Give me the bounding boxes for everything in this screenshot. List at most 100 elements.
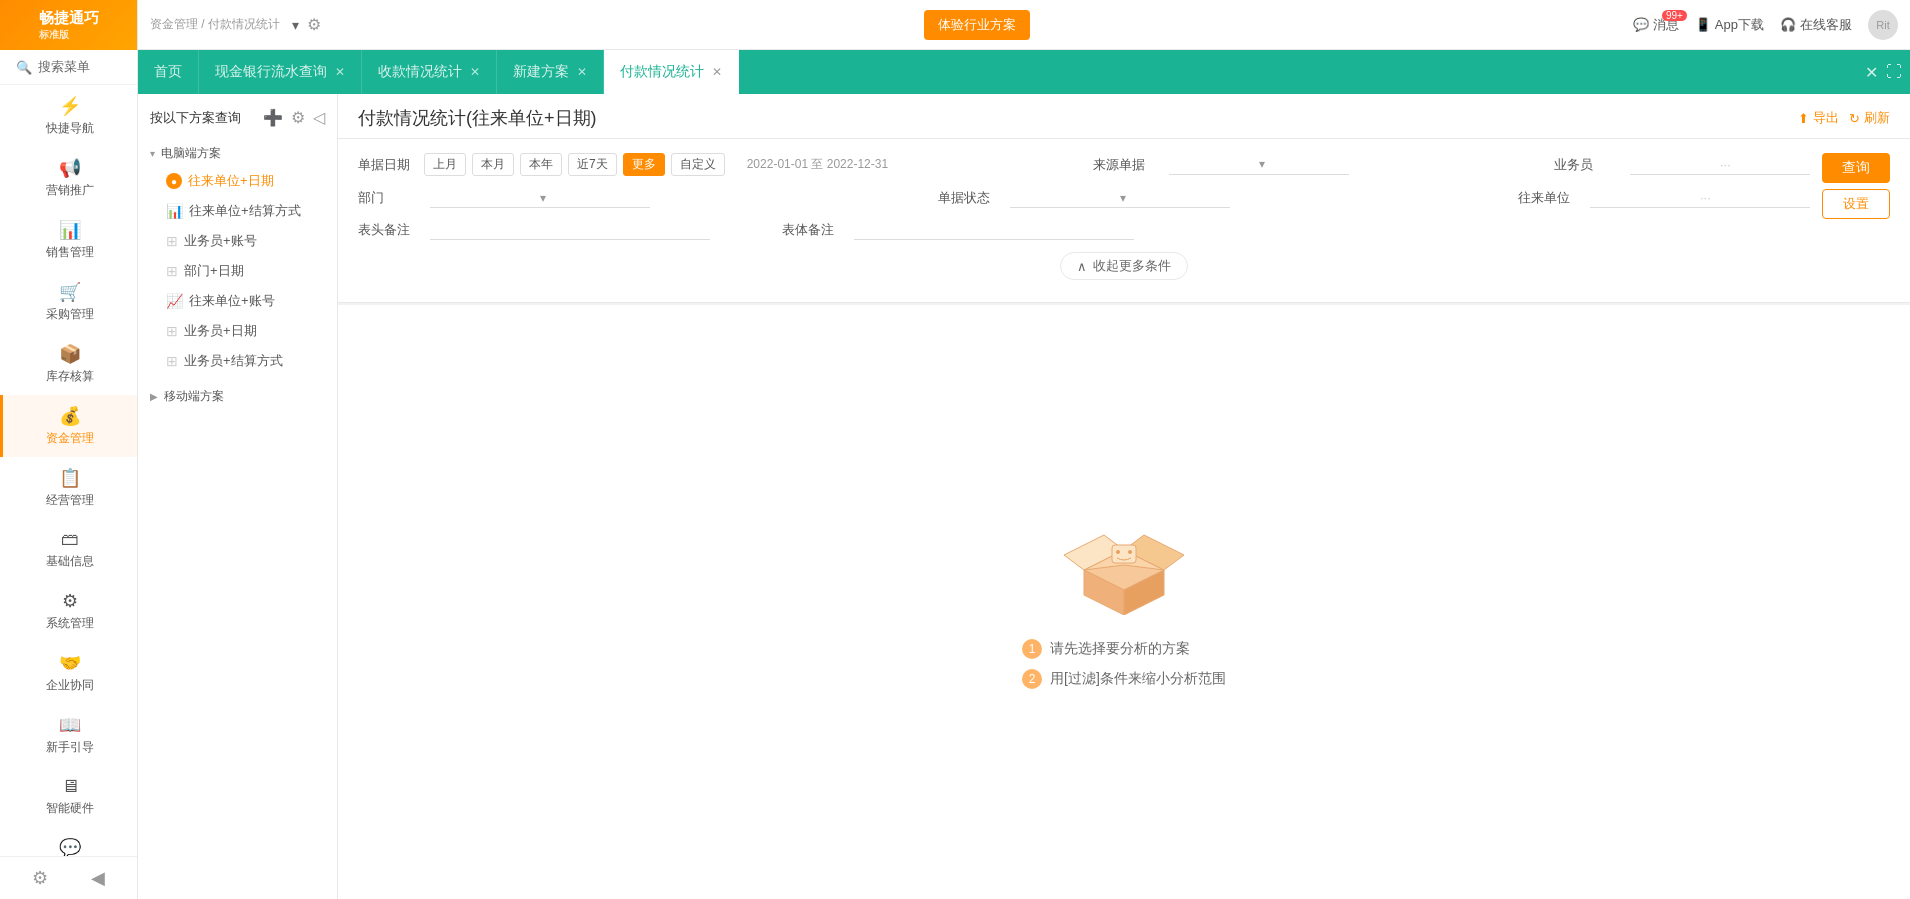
sidebar-item-operation[interactable]: 📋经营管理 [0, 457, 137, 519]
salesman-dots-icon[interactable]: ··· [1716, 157, 1804, 172]
sidebar-item-inventory[interactable]: 📦库存核算 [0, 333, 137, 395]
empty-state: 1 请先选择要分析的方案 2 用[过滤]条件来缩小分析范围 [338, 305, 1910, 899]
sidebar-label-inventory: 库存核算 [46, 368, 94, 385]
tab-close-pay-stats[interactable]: ✕ [712, 65, 722, 79]
date-btn-custom[interactable]: 自定义 [671, 153, 725, 176]
breadcrumb-dropdown-icon[interactable]: ▾ [292, 17, 299, 33]
tab-home[interactable]: 首页 [138, 50, 199, 94]
close-window-icon[interactable]: ✕ [1865, 63, 1878, 82]
query-btn[interactable]: 查询 [1822, 153, 1890, 183]
filter-memo-row: 表头备注 表体备注 [358, 220, 1810, 240]
scheme-item-salesman-settle[interactable]: ⊞业务员+结算方式 [138, 346, 337, 376]
sidebar-item-sales[interactable]: 📊销售管理 [0, 209, 137, 271]
messages-btn[interactable]: 💬 消息 99+ [1633, 16, 1679, 34]
topbar-right: 💬 消息 99+ 📱 App下载 🎧 在线客服 Rit [1633, 10, 1898, 40]
sidebar-item-quick-nav[interactable]: ⚡快捷导航 [0, 85, 137, 147]
tip-2: 2 用[过滤]条件来缩小分析范围 [1022, 669, 1226, 689]
tab-label-pay-stats: 付款情况统计 [620, 63, 704, 81]
online-service-btn[interactable]: 🎧 在线客服 [1780, 16, 1852, 34]
body-note-input[interactable] [854, 220, 1134, 240]
collapse-sidebar-icon[interactable]: ◀ [91, 867, 105, 889]
date-btn-this-month[interactable]: 本月 [472, 153, 514, 176]
sidebar-item-enterprise[interactable]: 🤝企业协同 [0, 642, 137, 704]
sidebar-icon-hardware: 🖥 [61, 776, 79, 797]
sidebar-nav: ⚡快捷导航📢营销推广📊销售管理🛒采购管理📦库存核算💰资金管理📋经营管理🗃基础信息… [0, 85, 137, 856]
filter-main-row: 单据日期 上月 本月 本年 近7天 更多 自定义 2022-01-01 至 20… [358, 153, 1890, 244]
right-panel: 付款情况统计(往来单位+日期) ⬆ 导出 ↻ 刷新 [338, 94, 1910, 899]
collapse-conditions-btn[interactable]: ∧ 收起更多条件 [1060, 252, 1188, 280]
sidebar-item-guide[interactable]: 📖新手引导 [0, 704, 137, 766]
add-scheme-icon[interactable]: ➕ [263, 108, 283, 127]
header-note-input[interactable] [430, 220, 710, 240]
tip-2-num: 2 [1022, 669, 1042, 689]
voucher-status-select[interactable]: ▾ [1010, 188, 1230, 208]
date-btn-last-month[interactable]: 上月 [424, 153, 466, 176]
tab-close-bank-flow[interactable]: ✕ [335, 65, 345, 79]
sidebar-label-basic: 基础信息 [46, 553, 94, 570]
search-label: 搜索菜单 [38, 58, 90, 76]
date-btn-last7[interactable]: 近7天 [568, 153, 617, 176]
source-value [1175, 157, 1259, 172]
trial-btn[interactable]: 体验行业方案 [924, 10, 1030, 40]
sidebar-item-basic[interactable]: 🗃基础信息 [0, 519, 137, 580]
topbar-settings-icon[interactable]: ⚙ [307, 15, 321, 34]
date-btn-this-year[interactable]: 本年 [520, 153, 562, 176]
tab-new-scheme[interactable]: 新建方案✕ [497, 50, 604, 94]
scheme-item-unit-settle[interactable]: 📊往来单位+结算方式 [138, 196, 337, 226]
tabbar: 首页现金银行流水查询✕收款情况统计✕新建方案✕ 付款情况统计 ✕ ✕ ⛶ [138, 50, 1910, 94]
tab-bank-flow[interactable]: 现金银行流水查询✕ [199, 50, 362, 94]
scheme-item-unit-date[interactable]: ●往来单位+日期 [138, 166, 337, 196]
scheme-item-dept-date[interactable]: ⊞部门+日期 [138, 256, 337, 286]
scheme-item-salesman-date[interactable]: ⊞业务员+日期 [138, 316, 337, 346]
scheme-section-title-pc[interactable]: ▾电脑端方案 [138, 141, 337, 166]
tab-pay-stats[interactable]: 付款情况统计 ✕ [604, 50, 739, 94]
partner-select[interactable]: ··· [1590, 188, 1810, 208]
partner-dots-icon[interactable]: ··· [1696, 190, 1804, 205]
sidebar-item-wechat[interactable]: 💬企业微信 [0, 827, 137, 856]
tab-label-home: 首页 [154, 63, 182, 81]
search-menu[interactable]: 🔍 搜索菜单 [0, 50, 137, 85]
dept-select[interactable]: ▾ [430, 188, 650, 208]
filter-settings-btn[interactable]: 设置 [1822, 189, 1890, 219]
scheme-item-salesman-account[interactable]: ⊞ 业务员+账号 [138, 226, 337, 256]
partner-label: 往来单位 [1518, 189, 1574, 207]
sidebar-item-system[interactable]: ⚙系统管理 [0, 580, 137, 642]
tab-receive-stats[interactable]: 收款情况统计✕ [362, 50, 497, 94]
scheme-item-unit-account[interactable]: 📈 往来单位+账号 [138, 286, 337, 316]
filter-date-row: 单据日期 上月 本月 本年 近7天 更多 自定义 2022-01-01 至 20… [358, 153, 1810, 176]
scheme-icon-salesman-account: ⊞ [166, 233, 178, 249]
sidebar-item-finance[interactable]: 💰资金管理 [0, 395, 137, 457]
date-label: 单据日期 [358, 156, 414, 174]
app-download-btn[interactable]: 📱 App下载 [1695, 16, 1764, 34]
scheme-item-label-salesman-account: 业务员+账号 [184, 232, 257, 250]
tab-close-receive-stats[interactable]: ✕ [470, 65, 480, 79]
service-icon: 🎧 [1780, 17, 1796, 32]
tab-close-new-scheme[interactable]: ✕ [577, 65, 587, 79]
scheme-settings-icon[interactable]: ⚙ [291, 108, 305, 127]
tip-1-num: 1 [1022, 639, 1042, 659]
sidebar-label-finance: 资金管理 [46, 430, 94, 447]
scheme-section-title-mobile[interactable]: ▶移动端方案 [138, 384, 337, 409]
export-btn[interactable]: ⬆ 导出 [1798, 109, 1839, 127]
sidebar-icon-wechat: 💬 [59, 837, 81, 856]
sidebar-item-hardware[interactable]: 🖥智能硬件 [0, 766, 137, 827]
settings-icon[interactable]: ⚙ [32, 867, 48, 889]
source-select[interactable]: ▾ [1169, 155, 1349, 175]
page-header-actions: ⬆ 导出 ↻ 刷新 [1798, 109, 1890, 127]
empty-illustration [1064, 515, 1184, 619]
salesman-select[interactable]: ··· [1630, 155, 1810, 175]
sidebar-item-purchase[interactable]: 🛒采购管理 [0, 271, 137, 333]
active-indicator-unit-date: ● [166, 173, 182, 189]
scheme-item-label-unit-account: 往来单位+账号 [189, 292, 275, 310]
sidebar-item-marketing[interactable]: 📢营销推广 [0, 147, 137, 209]
expand-window-icon[interactable]: ⛶ [1886, 63, 1902, 81]
panel-collapse-icon[interactable]: ◁ [313, 108, 325, 127]
sidebar-label-guide: 新手引导 [46, 739, 94, 756]
user-avatar[interactable]: Rit [1868, 10, 1898, 40]
export-icon: ⬆ [1798, 111, 1809, 126]
phone-icon: 📱 [1695, 17, 1711, 32]
scheme-icon-unit-account: 📈 [166, 293, 183, 309]
refresh-btn[interactable]: ↻ 刷新 [1849, 109, 1890, 127]
tip-2-text: 用[过滤]条件来缩小分析范围 [1050, 670, 1226, 688]
date-btn-more[interactable]: 更多 [623, 153, 665, 176]
